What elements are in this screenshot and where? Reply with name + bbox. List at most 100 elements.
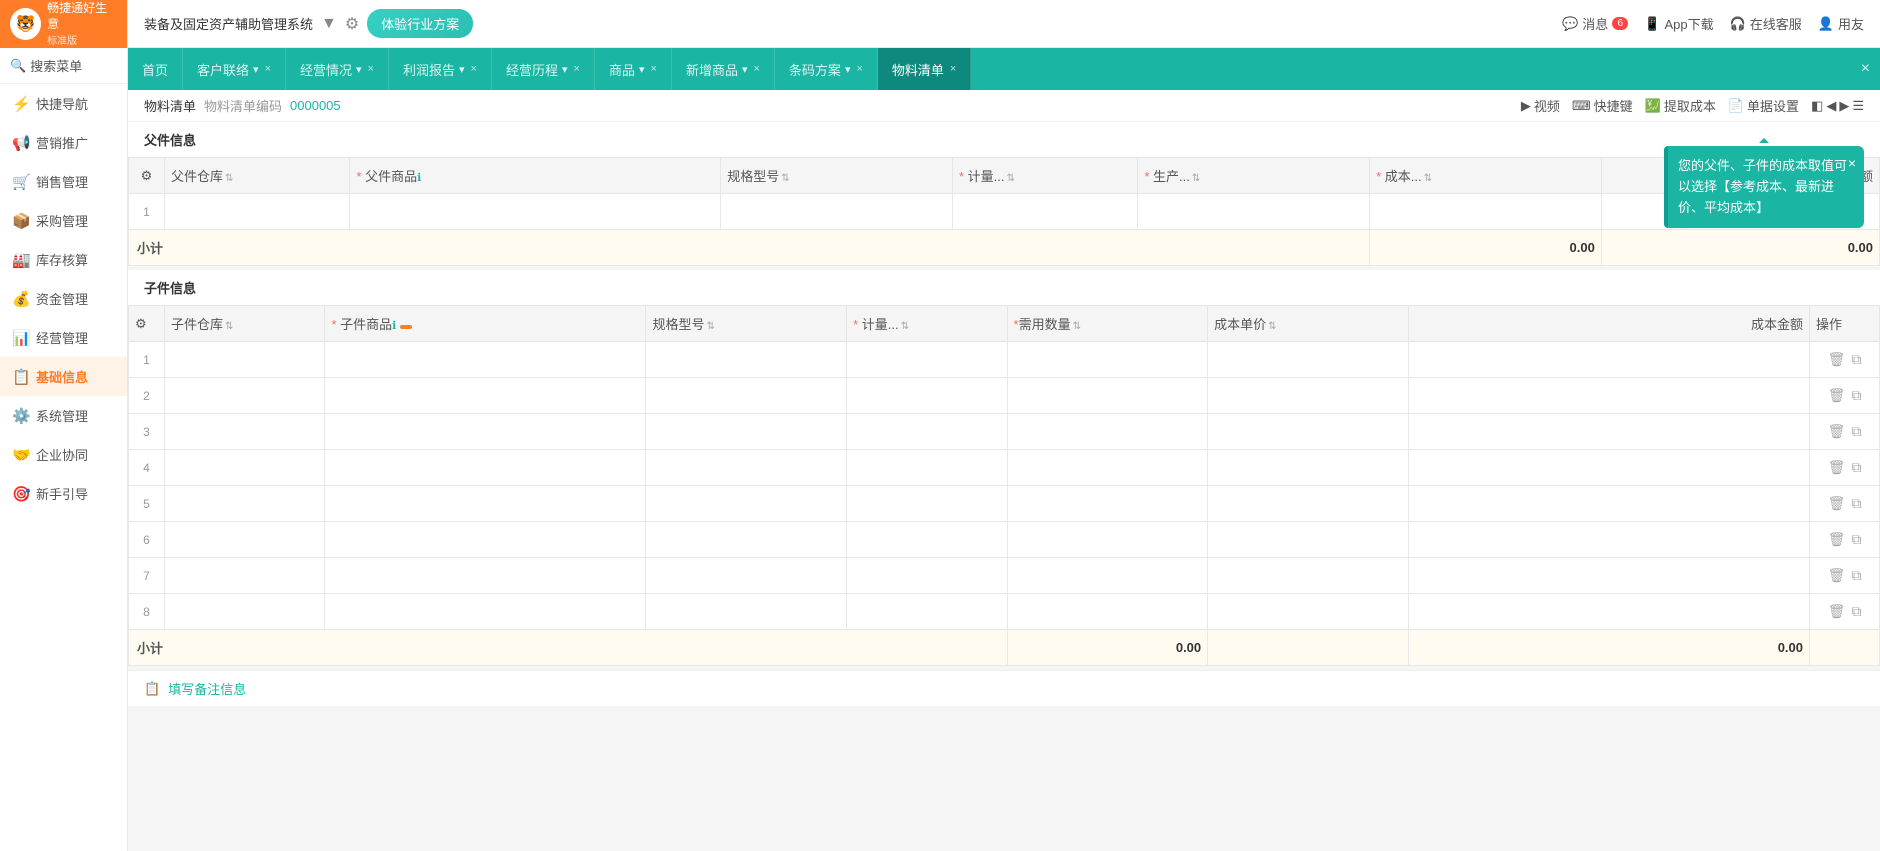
child-cell-unit-7[interactable] — [847, 558, 1007, 594]
bottom-label[interactable]: 填写备注信息 — [168, 679, 246, 698]
tab-product[interactable]: 商品 ▾ × — [595, 48, 672, 90]
copy-icon-2[interactable]: ⧉ — [1851, 387, 1861, 404]
single-settings-btn[interactable]: 📄 单据设置 — [1728, 96, 1799, 115]
child-cell-product-7[interactable] — [325, 558, 646, 594]
cols-list-icon[interactable]: ☰ — [1852, 98, 1864, 114]
child-cell-unit-cost-2[interactable] — [1208, 378, 1409, 414]
child-cell-qty-2[interactable] — [1007, 378, 1208, 414]
expand-icon[interactable]: ▼ — [321, 15, 337, 33]
tab-operations[interactable]: 经营情况 ▾ × — [286, 48, 389, 90]
delete-icon-1[interactable]: 🗑 — [1828, 351, 1846, 368]
child-cell-spec-6[interactable] — [646, 522, 847, 558]
user-area[interactable]: 👤 用友 — [1818, 14, 1864, 33]
child-cell-warehouse-5[interactable] — [165, 486, 325, 522]
child-cell-product-2[interactable] — [325, 378, 646, 414]
gear-icon[interactable]: ⚙ — [345, 14, 359, 34]
tab-operations-close[interactable]: × — [368, 63, 374, 75]
tab-bom[interactable]: 物料清单 × — [878, 48, 971, 90]
sidebar-item-finance[interactable]: 💰 资金管理 — [0, 279, 127, 318]
copy-icon-1[interactable]: ⧉ — [1851, 351, 1861, 368]
sidebar-item-inventory[interactable]: 🏭 库存核算 — [0, 240, 127, 279]
child-cell-spec-1[interactable] — [646, 342, 847, 378]
child-cell-unit-cost-4[interactable] — [1208, 450, 1409, 486]
delete-icon-3[interactable]: 🗑 — [1828, 423, 1846, 440]
child-cell-unit-8[interactable] — [847, 594, 1007, 630]
sidebar-item-quick-nav[interactable]: ⚡ 快捷导航 — [0, 84, 127, 123]
close-all-tabs[interactable]: × — [1851, 48, 1880, 90]
sidebar-item-marketing[interactable]: 📢 营销推广 — [0, 123, 127, 162]
child-cell-product-4[interactable] — [325, 450, 646, 486]
tab-customer-close[interactable]: × — [265, 63, 271, 75]
child-cell-unit-cost-3[interactable] — [1208, 414, 1409, 450]
delete-icon-4[interactable]: 🗑 — [1828, 459, 1846, 476]
extract-cost-btn[interactable]: 💹 提取成本 — [1645, 96, 1716, 115]
copy-icon-7[interactable]: ⧉ — [1851, 567, 1861, 584]
child-cell-unit-6[interactable] — [847, 522, 1007, 558]
delete-icon-2[interactable]: 🗑 — [1828, 387, 1846, 404]
message-action[interactable]: 💬 消息 6 — [1562, 14, 1628, 33]
tab-product-close[interactable]: × — [651, 63, 657, 75]
child-cell-qty-8[interactable] — [1007, 594, 1208, 630]
child-cell-unit-cost-6[interactable] — [1208, 522, 1409, 558]
child-cell-qty-4[interactable] — [1007, 450, 1208, 486]
delete-icon-5[interactable]: 🗑 — [1828, 495, 1846, 512]
child-cell-spec-5[interactable] — [646, 486, 847, 522]
child-cell-warehouse-8[interactable] — [165, 594, 325, 630]
columns-control[interactable]: ◧ ◀ ▶ ☰ — [1811, 98, 1864, 114]
parent-cell-product-1[interactable] — [350, 194, 721, 230]
child-cell-amount-3[interactable] — [1408, 414, 1809, 450]
tab-profit[interactable]: 利润报告 ▾ × — [389, 48, 492, 90]
copy-icon-5[interactable]: ⧉ — [1851, 495, 1861, 512]
tab-home[interactable]: 首页 — [128, 48, 183, 90]
parent-th-settings[interactable]: ⚙ — [129, 158, 165, 194]
sidebar-item-basic-info[interactable]: 📋 基础信息 — [0, 357, 127, 396]
child-cell-product-8[interactable] — [325, 594, 646, 630]
tab-customer[interactable]: 客户联络 ▾ × — [183, 48, 286, 90]
delete-icon-8[interactable]: 🗑 — [1828, 603, 1846, 620]
tab-barcode-close[interactable]: × — [856, 63, 862, 75]
shortcut-btn[interactable]: ⌨ 快捷键 — [1572, 96, 1633, 115]
child-cell-product-6[interactable] — [325, 522, 646, 558]
child-cell-warehouse-2[interactable] — [165, 378, 325, 414]
child-cell-qty-3[interactable] — [1007, 414, 1208, 450]
parent-cell-unit-1[interactable] — [952, 194, 1137, 230]
parent-cell-spec-1[interactable] — [721, 194, 953, 230]
child-cell-spec-3[interactable] — [646, 414, 847, 450]
child-cell-amount-4[interactable] — [1408, 450, 1809, 486]
tab-history-close[interactable]: × — [574, 63, 580, 75]
sidebar-item-guide[interactable]: 🎯 新手引导 — [0, 474, 127, 513]
child-cell-qty-5[interactable] — [1007, 486, 1208, 522]
copy-icon-4[interactable]: ⧉ — [1851, 459, 1861, 476]
child-cell-product-1[interactable] — [325, 342, 646, 378]
tab-history[interactable]: 经营历程 ▾ × — [492, 48, 595, 90]
child-cell-qty-7[interactable] — [1007, 558, 1208, 594]
parent-cell-cost-1[interactable] — [1370, 194, 1602, 230]
child-cell-spec-4[interactable] — [646, 450, 847, 486]
child-cell-unit-cost-7[interactable] — [1208, 558, 1409, 594]
trial-button[interactable]: 体验行业方案 — [367, 9, 473, 38]
child-cell-unit-5[interactable] — [847, 486, 1007, 522]
sidebar-item-operations[interactable]: 📊 经营管理 — [0, 318, 127, 357]
child-cell-unit-cost-5[interactable] — [1208, 486, 1409, 522]
child-cell-unit-cost-8[interactable] — [1208, 594, 1409, 630]
cols-prev[interactable]: ◀ — [1826, 98, 1836, 114]
delete-icon-7[interactable]: 🗑 — [1828, 567, 1846, 584]
sidebar-search[interactable]: 🔍 搜索菜单 — [0, 48, 127, 84]
child-cell-spec-2[interactable] — [646, 378, 847, 414]
sidebar-item-sales[interactable]: 🛒 销售管理 — [0, 162, 127, 201]
child-cell-unit-1[interactable] — [847, 342, 1007, 378]
tab-new-product-close[interactable]: × — [753, 63, 759, 75]
child-cell-amount-7[interactable] — [1408, 558, 1809, 594]
child-cell-spec-7[interactable] — [646, 558, 847, 594]
sidebar-item-purchase[interactable]: 📦 采购管理 — [0, 201, 127, 240]
child-cell-warehouse-4[interactable] — [165, 450, 325, 486]
online-service-action[interactable]: 🎧 在线客服 — [1730, 14, 1802, 33]
child-cell-amount-6[interactable] — [1408, 522, 1809, 558]
child-cell-warehouse-7[interactable] — [165, 558, 325, 594]
child-cell-qty-6[interactable] — [1007, 522, 1208, 558]
app-download-action[interactable]: 📱 App下载 — [1644, 14, 1713, 33]
child-cell-unit-4[interactable] — [847, 450, 1007, 486]
tab-bom-close[interactable]: × — [950, 63, 956, 75]
child-cell-warehouse-6[interactable] — [165, 522, 325, 558]
child-cell-unit-2[interactable] — [847, 378, 1007, 414]
